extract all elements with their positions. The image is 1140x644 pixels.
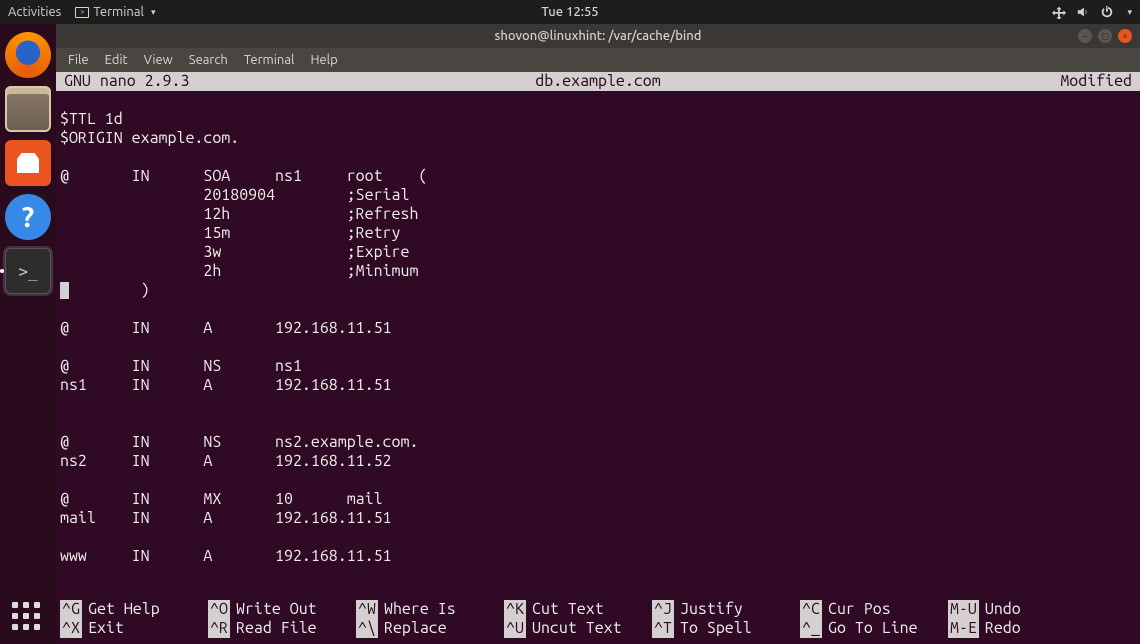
volume-icon[interactable] — [1076, 5, 1090, 19]
nano-shortcut: ^WWhere Is — [356, 600, 504, 619]
text-cursor — [60, 282, 69, 299]
system-menu-arrow[interactable]: ▾ — [1127, 7, 1132, 18]
power-icon[interactable] — [1100, 5, 1114, 19]
window-title: shovon@linuxhint: /var/cache/bind — [495, 29, 702, 43]
show-applications[interactable] — [12, 602, 44, 634]
nano-header: GNU nano 2.9.3 db.example.com Modified — [56, 72, 1140, 91]
nano-shortcut: ^_Go To Line — [800, 619, 948, 638]
terminal-viewport[interactable]: GNU nano 2.9.3 db.example.com Modified $… — [56, 72, 1140, 644]
network-icon[interactable] — [1052, 5, 1066, 19]
dock-terminal[interactable] — [5, 248, 51, 294]
nano-shortcut: ^UUncut Text — [504, 619, 652, 638]
nano-shortcut: ^\Replace — [356, 619, 504, 638]
menu-edit[interactable]: Edit — [105, 53, 128, 67]
clock[interactable]: Tue 12:55 — [541, 5, 598, 19]
terminal-window: shovon@linuxhint: /var/cache/bind – ◻ × … — [56, 24, 1140, 644]
nano-shortcut: ^TTo Spell — [652, 619, 800, 638]
dock-firefox[interactable] — [5, 32, 51, 78]
menubar: File Edit View Search Terminal Help — [56, 48, 1140, 72]
window-minimize[interactable]: – — [1078, 29, 1092, 43]
menu-help[interactable]: Help — [310, 53, 337, 67]
nano-shortcut: M-UUndo — [948, 600, 1096, 619]
dock-files[interactable] — [5, 86, 51, 132]
window-maximize[interactable]: ◻ — [1098, 29, 1112, 43]
nano-shortcut: ^OWrite Out — [208, 600, 356, 619]
nano-status: Modified — [1060, 72, 1132, 91]
activities-button[interactable]: Activities — [8, 5, 61, 19]
nano-shortcut: ^CCur Pos — [800, 600, 948, 619]
window-close[interactable]: × — [1118, 29, 1132, 43]
nano-shortcut: ^JJustify — [652, 600, 800, 619]
menu-file[interactable]: File — [68, 53, 89, 67]
nano-filename: db.example.com — [535, 72, 660, 91]
gnome-top-panel: Activities > Terminal ▾ Tue 12:55 ▾ — [0, 0, 1140, 24]
nano-shortcut: ^RRead File — [208, 619, 356, 638]
app-menu[interactable]: > Terminal ▾ — [75, 5, 155, 19]
nano-editor-content[interactable]: $TTL 1d $ORIGIN example.com. @ IN SOA ns… — [56, 91, 1140, 566]
nano-version: GNU nano 2.9.3 — [64, 72, 189, 91]
menu-terminal[interactable]: Terminal — [244, 53, 295, 67]
nano-shortcut: M-ERedo — [948, 619, 1096, 638]
nano-shortcut: ^KCut Text — [504, 600, 652, 619]
dock-help[interactable]: ? — [5, 194, 51, 240]
menu-search[interactable]: Search — [189, 53, 228, 67]
menu-view[interactable]: View — [144, 53, 173, 67]
dock-software[interactable] — [5, 140, 51, 186]
window-titlebar[interactable]: shovon@linuxhint: /var/cache/bind – ◻ × — [56, 24, 1140, 48]
nano-shortcut: ^XExit — [60, 619, 208, 638]
nano-shortcut-bar: ^GGet Help^OWrite Out^WWhere Is^KCut Tex… — [56, 600, 1140, 638]
launcher-dock: ? — [0, 24, 56, 644]
nano-shortcut: ^GGet Help — [60, 600, 208, 619]
